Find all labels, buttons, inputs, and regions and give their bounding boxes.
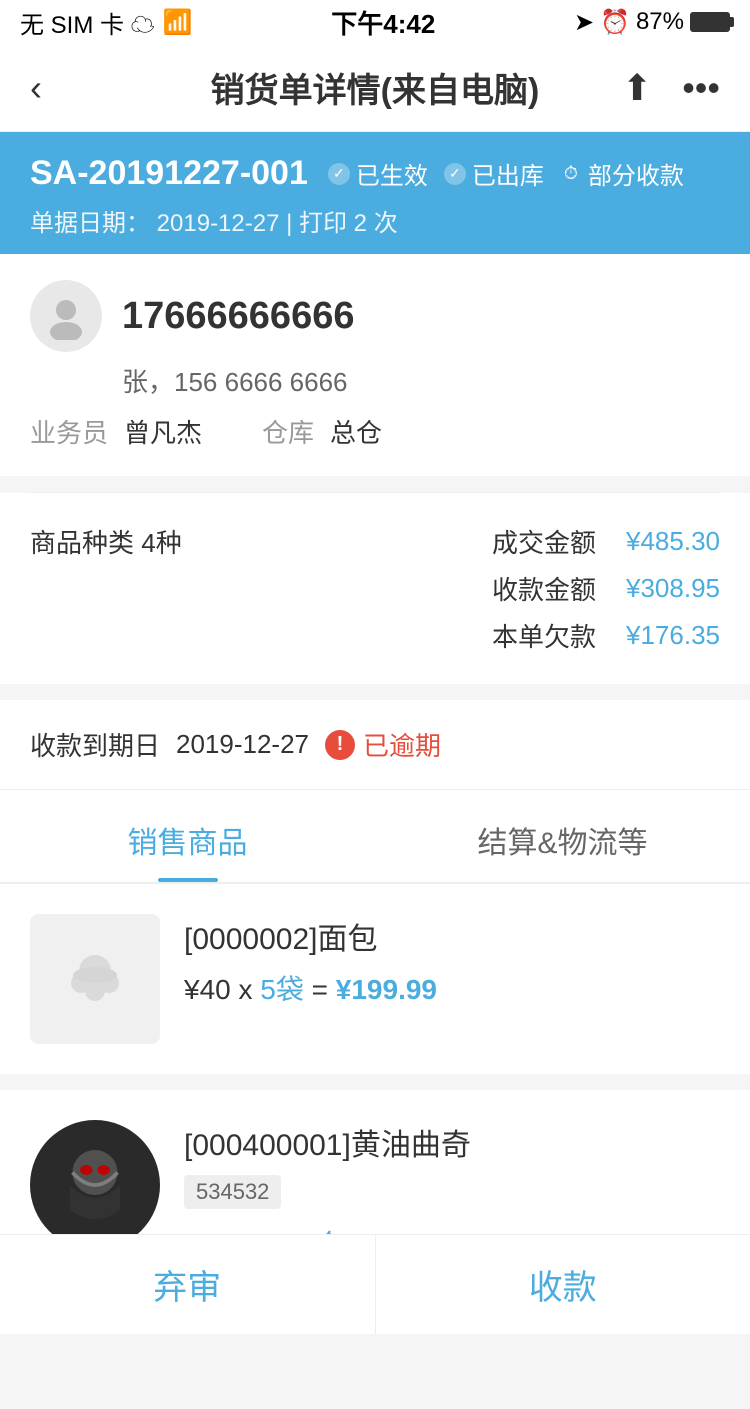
product-item: [0000002]面包 ¥40 x 5袋 = ¥199.99 — [0, 884, 750, 1074]
collect-label: 收款 — [529, 1260, 597, 1309]
bottom-bar: 弃审 收款 — [0, 1234, 750, 1334]
check-icon-1: ✓ — [328, 163, 350, 185]
financial-stats: 成交金额 ¥485.30 收款金额 ¥308.95 本单欠款 ¥176.35 — [492, 523, 720, 654]
overdue-text: 已逾期 — [363, 726, 441, 763]
status-right: ➤ ⏰ 87% — [574, 8, 730, 37]
location-icon: ➤ — [574, 8, 594, 37]
banner-row1: SA-20191227-001 ✓ 已生效 ✓ 已出库 ⏱ 部分收款 — [30, 154, 720, 193]
due-date: 2019-12-27 — [176, 729, 309, 760]
customer-name: 张，156 6666 6666 — [30, 362, 720, 399]
tab-sales-label: 销售商品 — [128, 827, 248, 860]
print-info: | 打印 2 次 — [286, 210, 398, 237]
overdue-badge: ! 已逾期 — [325, 726, 441, 763]
status-effective: ✓ 已生效 — [328, 156, 428, 191]
battery-percent: 87% — [636, 8, 684, 36]
warehouse: 仓库 总仓 — [262, 413, 382, 450]
tab-settlement[interactable]: 结算&物流等 — [375, 790, 750, 882]
clock: 下午4:42 — [331, 4, 435, 41]
amount-value: ¥485.30 — [626, 526, 720, 557]
owe-row: 本单欠款 ¥176.35 — [492, 617, 720, 654]
type-label: 商品种类 — [30, 528, 134, 558]
sim-status: 无 SIM 卡 ☁ — [20, 5, 155, 40]
status-partial-label: 部分收款 — [588, 156, 684, 191]
tab-sales-products[interactable]: 销售商品 — [0, 790, 375, 882]
owe-label: 本单欠款 — [492, 617, 596, 654]
status-shipped-label: 已出库 — [472, 156, 544, 191]
share-button[interactable]: ⬆ — [622, 67, 652, 109]
sales-person: 业务员 曾凡杰 — [30, 413, 202, 450]
clock-icon: ⏱ — [560, 163, 582, 185]
product-count: 商品种类 4种 — [30, 523, 182, 560]
nav-actions: ⬆ ••• — [622, 67, 720, 109]
date-label: 单据日期： — [30, 210, 150, 237]
owe-value: ¥176.35 — [626, 620, 720, 651]
status-shipped: ✓ 已出库 — [444, 156, 544, 191]
tab-settlement-label: 结算&物流等 — [477, 827, 647, 860]
tabs: 销售商品 结算&物流等 — [0, 790, 750, 884]
price-base-1: ¥40 x — [184, 974, 260, 1005]
amount-row: 成交金额 ¥485.30 — [492, 523, 720, 560]
product-batch: 534532 — [184, 1175, 281, 1209]
wifi-icon: 📶 — [163, 8, 193, 37]
received-value: ¥308.95 — [626, 573, 720, 604]
battery-icon — [690, 12, 730, 32]
due-section: 收款到期日 2019-12-27 ! 已逾期 — [0, 700, 750, 790]
sales-label: 业务员 — [30, 413, 108, 450]
due-label: 收款到期日 — [30, 726, 160, 763]
product-price-1: ¥40 x 5袋 = ¥199.99 — [184, 968, 720, 1008]
warehouse-label: 仓库 — [262, 413, 314, 450]
qty-1: 5袋 — [260, 974, 304, 1005]
customer-row1: 17666666666 — [30, 280, 720, 352]
order-date: 2019-12-27 — [157, 210, 280, 237]
overdue-icon: ! — [325, 730, 355, 760]
status-bar: 无 SIM 卡 ☁ 📶 下午4:42 ➤ ⏰ 87% — [0, 0, 750, 44]
received-row: 收款金额 ¥308.95 — [492, 570, 720, 607]
product-info-1: [0000002]面包 ¥40 x 5袋 = ¥199.99 — [184, 914, 720, 1008]
alarm-icon: ⏰ — [600, 8, 630, 37]
reject-button[interactable]: 弃审 — [0, 1235, 376, 1334]
banner-row2: 单据日期： 2019-12-27 | 打印 2 次 — [30, 203, 720, 238]
products-section: [0000002]面包 ¥40 x 5袋 = ¥199.99 [00040000… — [0, 884, 750, 1293]
amount-label: 成交金额 — [492, 523, 596, 560]
stats-section: 商品种类 4种 成交金额 ¥485.30 收款金额 ¥308.95 本单欠款 ¥… — [0, 493, 750, 684]
order-number: SA-20191227-001 — [30, 154, 308, 193]
total-1: ¥199.99 — [336, 974, 437, 1005]
status-partial: ⏱ 部分收款 — [560, 156, 684, 191]
product-name-2: [000400001]黄油曲奇 — [184, 1120, 720, 1164]
status-tags: ✓ 已生效 ✓ 已出库 ⏱ 部分收款 — [328, 156, 684, 191]
equals-1: = — [304, 974, 336, 1005]
reject-label: 弃审 — [153, 1260, 221, 1309]
nav-bar: ‹ 销货单详情(来自电脑) ⬆ ••• — [0, 44, 750, 132]
customer-phone: 17666666666 — [122, 295, 354, 338]
back-button[interactable]: ‹ — [30, 67, 90, 109]
status-effective-label: 已生效 — [356, 156, 428, 191]
warehouse-name: 总仓 — [330, 413, 382, 450]
order-header: SA-20191227-001 ✓ 已生效 ✓ 已出库 ⏱ 部分收款 单据日期：… — [0, 132, 750, 254]
more-button[interactable]: ••• — [682, 67, 720, 109]
customer-section: 17666666666 张，156 6666 6666 业务员 曾凡杰 仓库 总… — [0, 254, 750, 476]
check-icon-2: ✓ — [444, 163, 466, 185]
avatar — [30, 280, 102, 352]
customer-meta: 业务员 曾凡杰 仓库 总仓 — [30, 413, 720, 450]
type-count: 4种 — [141, 528, 181, 558]
received-label: 收款金额 — [492, 570, 596, 607]
collect-button[interactable]: 收款 — [376, 1235, 750, 1334]
product-name-1: [0000002]面包 — [184, 914, 720, 958]
product-image-1 — [30, 914, 160, 1044]
product-image-2 — [30, 1120, 160, 1250]
status-left: 无 SIM 卡 ☁ 📶 — [20, 5, 193, 40]
sales-name: 曾凡杰 — [124, 413, 202, 450]
page-title: 销货单详情(来自电脑) — [211, 63, 540, 112]
